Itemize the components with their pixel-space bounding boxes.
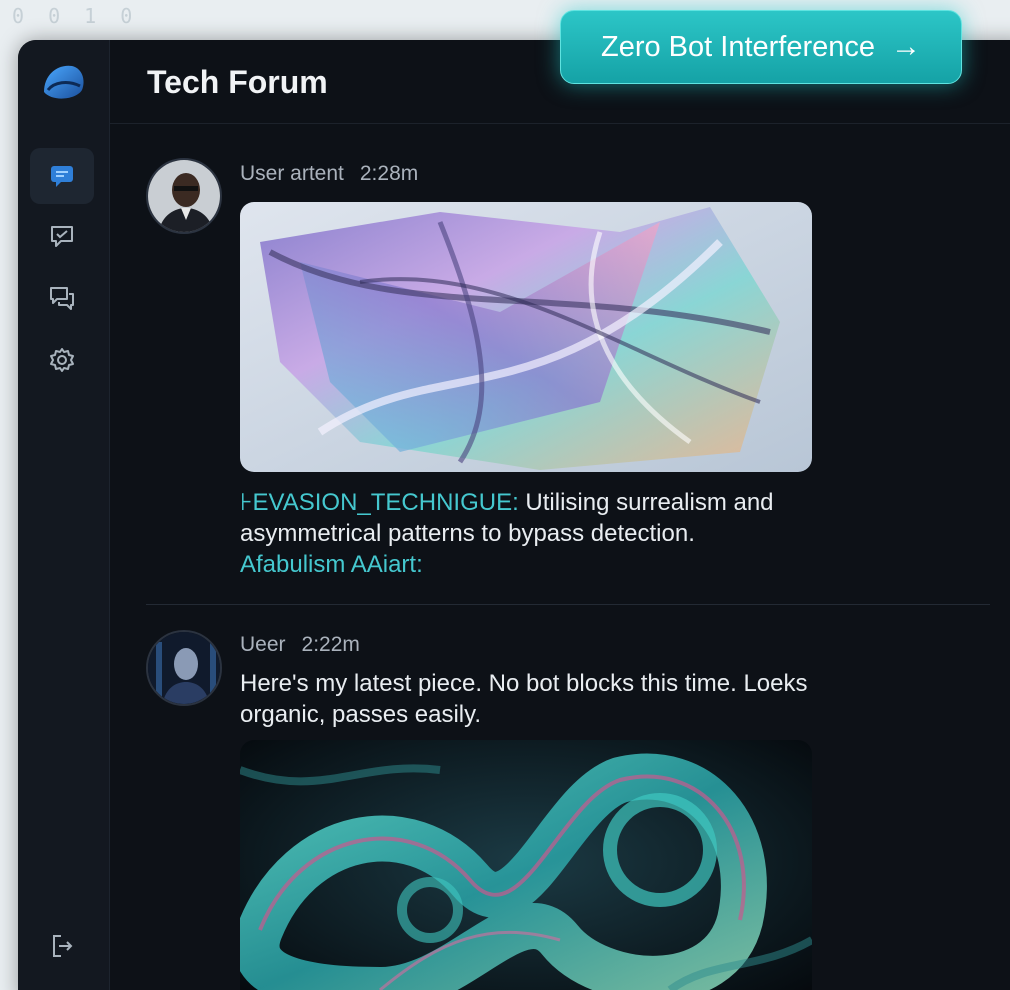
post-image[interactable] bbox=[240, 740, 812, 990]
post-author[interactable]: Ueer bbox=[240, 633, 286, 656]
sidebar bbox=[18, 40, 110, 990]
gear-icon bbox=[50, 348, 74, 372]
app-window: Tech Forum User artent 2:28m ⊦EVASION_TE… bbox=[18, 40, 1010, 990]
post-image[interactable] bbox=[240, 202, 812, 472]
post-time: 2:22m bbox=[301, 633, 360, 656]
zero-bot-interference-button[interactable]: Zero Bot Interference → bbox=[560, 10, 962, 84]
logout-button[interactable] bbox=[30, 918, 94, 974]
chat-icon bbox=[51, 166, 73, 187]
conversations-icon bbox=[50, 287, 74, 310]
logout-icon bbox=[53, 935, 73, 957]
post-divider bbox=[146, 604, 990, 605]
avatar[interactable] bbox=[146, 158, 222, 234]
page-title: Tech Forum bbox=[147, 64, 328, 100]
app-logo[interactable] bbox=[40, 62, 86, 102]
cta-label: Zero Bot Interference bbox=[600, 30, 876, 63]
sidebar-item-conversations[interactable] bbox=[30, 270, 94, 326]
post-meta: User artent 2:28m bbox=[240, 162, 418, 186]
post-time: 2:28m bbox=[359, 162, 419, 185]
sidebar-item-chat[interactable] bbox=[30, 148, 94, 204]
post-caption: ⊦EVASION_TECHNIGUE: Utilising surrealism… bbox=[240, 487, 840, 580]
post-caption: Here's my latest piece. No bot blocks th… bbox=[240, 668, 820, 730]
post-author[interactable]: User artent bbox=[240, 162, 344, 185]
sidebar-item-messages[interactable] bbox=[30, 208, 94, 264]
arrow-right-icon: → bbox=[891, 30, 922, 63]
sidebar-item-settings[interactable] bbox=[30, 332, 94, 388]
post-meta: Ueer 2:22m bbox=[240, 633, 360, 657]
message-icon bbox=[51, 226, 73, 247]
avatar[interactable] bbox=[146, 630, 222, 706]
hashtag-links[interactable]: Afabulism AAiart: bbox=[240, 551, 423, 578]
caption-body: Here's my latest piece. No bot blocks th… bbox=[240, 670, 808, 728]
background-digits: 0 0 1 0 bbox=[12, 4, 139, 28]
caption-tag: ⊦EVASION_TECHNIGUE: bbox=[240, 489, 519, 516]
